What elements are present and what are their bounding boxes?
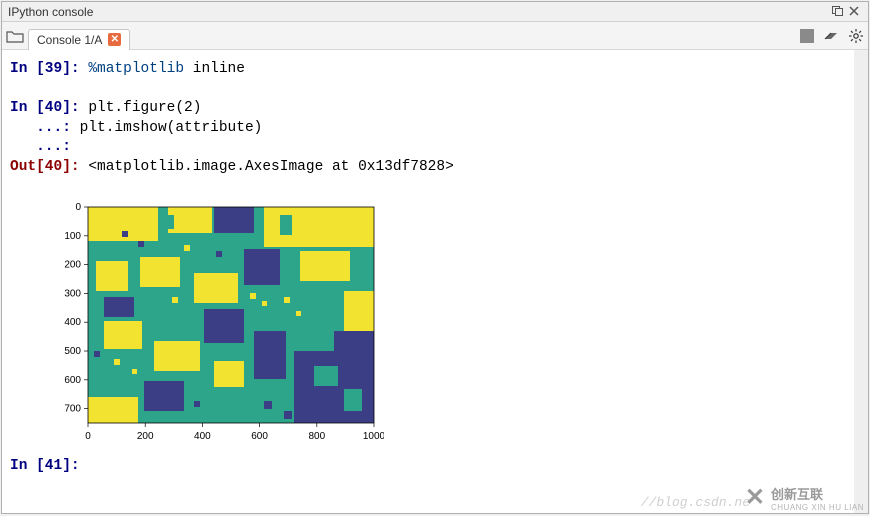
imshow-plot: 0 200 400 600 800 1000 0 100 200 300 400 500 600 700 [44,201,384,449]
tab-close-icon[interactable]: ✕ [108,33,121,46]
undock-icon[interactable] [830,5,846,19]
watermark-url: //blog.csdn.ne [641,495,750,510]
code-text: inline [184,61,245,77]
svg-text:400: 400 [64,317,81,328]
console-toolbar: Console 1/A ✕ [2,22,868,50]
magic-cmd: %matplotlib [88,61,184,77]
svg-text:100: 100 [64,231,81,242]
in-prompt-39: In [39]: [10,61,88,77]
svg-text:200: 200 [64,260,81,271]
stop-icon[interactable] [800,29,814,43]
svg-text:200: 200 [137,431,154,442]
svg-text:0: 0 [75,202,81,213]
svg-text:300: 300 [64,288,81,299]
out-prompt-40: Out[40]: [10,159,88,175]
code-text: plt.figure(2) [88,100,201,116]
close-icon[interactable] [846,5,862,19]
console-tab-label: Console 1/A [37,33,102,47]
panel-titlebar: IPython console [2,2,868,22]
svg-text:800: 800 [308,431,325,442]
svg-text:1000: 1000 [363,431,384,442]
svg-text:700: 700 [64,404,81,415]
ipython-console-panel: IPython console Console 1/A ✕ In [39]: %… [1,1,869,514]
cont-prompt: ...: [10,120,80,136]
clear-icon[interactable] [822,29,840,43]
options-gear-icon[interactable] [848,28,864,44]
cont-prompt: ...: [10,139,80,155]
output-repr: <matplotlib.image.AxesImage at 0x13df782… [88,159,453,175]
browse-folder-icon[interactable] [6,29,24,43]
console-tab[interactable]: Console 1/A ✕ [28,29,130,51]
svg-text:600: 600 [251,431,268,442]
panel-title: IPython console [8,5,93,19]
code-text: plt.imshow(attribute) [80,120,263,136]
console-output-area[interactable]: In [39]: %matplotlib inline In [40]: plt… [2,50,868,513]
svg-text:500: 500 [64,346,81,357]
inline-figure: 020040060080010000100200300400500600700 [44,181,384,429]
svg-text:0: 0 [85,431,91,442]
svg-text:400: 400 [194,431,211,442]
console-content: In [39]: %matplotlib inline In [40]: plt… [2,50,854,483]
in-prompt-40: In [40]: [10,100,88,116]
svg-text:600: 600 [64,375,81,386]
